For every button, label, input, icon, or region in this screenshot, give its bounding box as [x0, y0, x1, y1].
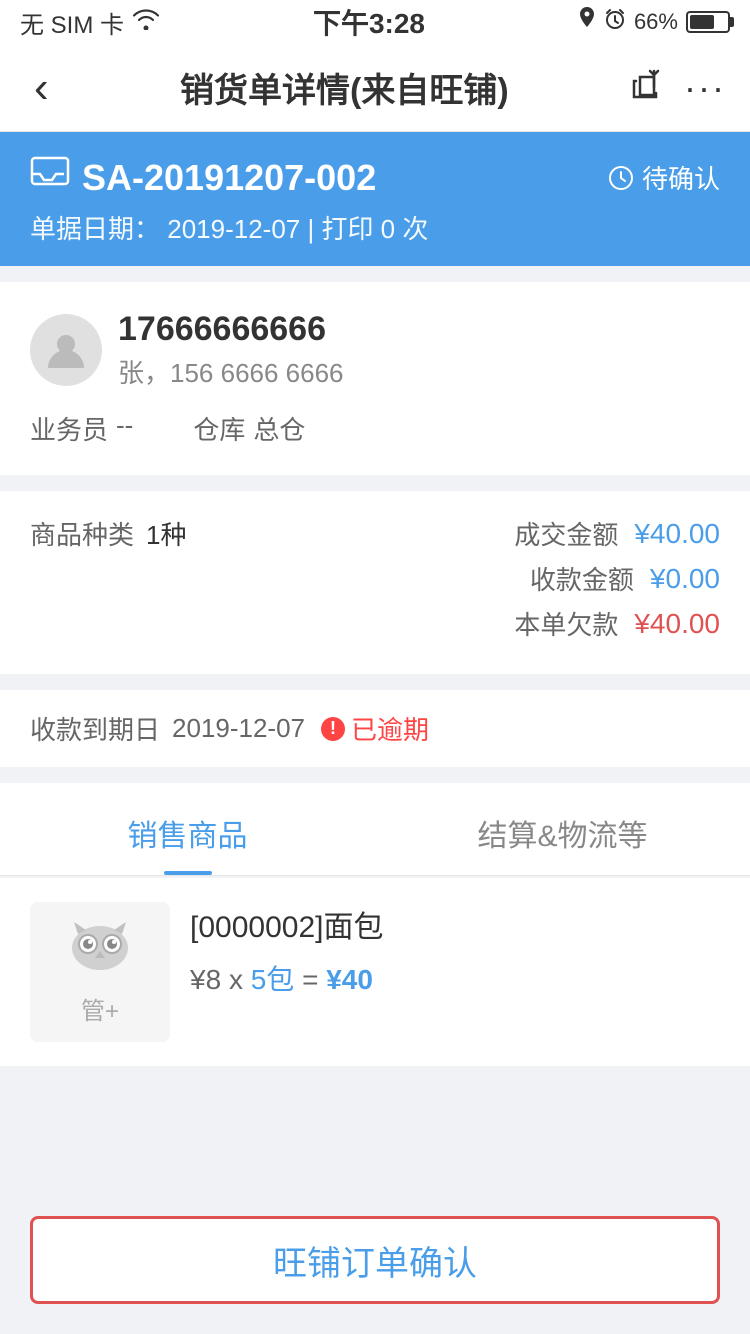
- more-icon[interactable]: ···: [684, 67, 726, 109]
- product-thumb-inner: 管+: [30, 902, 170, 1042]
- summary-left: 商品种类 1种: [30, 515, 186, 552]
- customer-sub: 张，156 6666 6666: [118, 353, 344, 390]
- order-date-row: 单据日期： 2019-12-07 | 打印 0 次: [30, 209, 720, 246]
- tab-settlement-logistics[interactable]: 结算&物流等: [375, 783, 750, 875]
- status-time: 下午3:28: [313, 2, 425, 42]
- warehouse-meta: 仓库 总仓: [193, 410, 305, 447]
- order-status-text: 待确认: [642, 159, 720, 196]
- date-label: 单据日期：: [30, 214, 160, 244]
- battery-percent: 66%: [634, 9, 678, 35]
- status-left: 无 SIM 卡: [20, 5, 160, 40]
- price-unit: ¥8: [190, 964, 221, 995]
- order-date: 2019-12-07: [167, 214, 300, 244]
- order-status: 待确认: [608, 159, 720, 196]
- product-info: [0000002]面包 ¥8 x 5包 = ¥40: [190, 902, 720, 998]
- sim-text: 无 SIM 卡: [20, 5, 124, 40]
- warehouse-value: 总仓: [253, 410, 305, 447]
- equals-sign: =: [302, 964, 318, 995]
- receipt-label: 收款金额: [530, 560, 634, 597]
- customer-avatar: [30, 314, 102, 386]
- overdue-badge: ! 已逾期: [321, 710, 429, 747]
- receipt-item: 收款金额 ¥0.00: [514, 560, 720, 597]
- page-title: 销货单详情(来自旺铺): [180, 63, 509, 112]
- location-icon: [578, 7, 596, 37]
- customer-meta: 业务员 -- 仓库 总仓: [30, 410, 720, 447]
- share-icon[interactable]: [630, 67, 664, 109]
- quantity: 5包: [251, 964, 295, 995]
- status-bar: 无 SIM 卡 下午3:28 66%: [0, 0, 750, 44]
- customer-card: 17666666666 张，156 6666 6666 业务员 -- 仓库 总仓: [0, 282, 750, 475]
- nav-bar: ‹ 销货单详情(来自旺铺) ···: [0, 44, 750, 132]
- sales-meta: 业务员 --: [30, 410, 133, 447]
- order-id: SA-20191207-002: [30, 156, 376, 199]
- overdue-text: 已逾期: [351, 710, 429, 747]
- warehouse-label: 仓库: [193, 410, 245, 447]
- bottom-btn-container: 旺铺订单确认: [0, 1200, 750, 1334]
- product-price-row: ¥8 x 5包 = ¥40: [190, 958, 720, 998]
- product-type-value: 1种: [146, 515, 186, 552]
- customer-row: 17666666666 张，156 6666 6666: [30, 310, 720, 390]
- product-thumbnail: 管+: [30, 902, 170, 1042]
- due-date-value: 2019-12-07: [172, 713, 305, 744]
- summary-row: 商品种类 1种 成交金额 ¥40.00 收款金额 ¥0.00 本单欠款 ¥40.…: [30, 515, 720, 650]
- plus-icon: 管+: [81, 991, 119, 1026]
- product-logo-icon: [64, 918, 136, 987]
- product-type-label: 商品种类: [30, 515, 134, 552]
- tabs-container: 销售商品 结算&物流等: [0, 783, 750, 876]
- print-info: | 打印 0 次: [307, 214, 428, 244]
- confirm-order-label: 旺铺订单确认: [273, 1236, 477, 1285]
- tab-sales-products[interactable]: 销售商品: [0, 783, 375, 875]
- status-right: 66%: [578, 7, 730, 37]
- product-item: 管+ [0000002]面包 ¥8 x 5包 = ¥40: [30, 902, 720, 1042]
- order-id-row: SA-20191207-002 待确认: [30, 156, 720, 199]
- due-date-card: 收款到期日 2019-12-07 ! 已逾期: [0, 690, 750, 767]
- battery-icon: [686, 11, 730, 33]
- back-button[interactable]: ‹: [24, 53, 59, 123]
- order-inbox-icon: [30, 156, 70, 199]
- transaction-label: 成交金额: [514, 515, 618, 552]
- customer-info: 17666666666 张，156 6666 6666: [118, 310, 344, 390]
- overdue-icon: !: [321, 717, 345, 741]
- product-name: [0000002]面包: [190, 902, 720, 946]
- confirm-order-button[interactable]: 旺铺订单确认: [30, 1216, 720, 1304]
- transaction-value: ¥40.00: [634, 518, 720, 550]
- owed-item: 本单欠款 ¥40.00: [514, 605, 720, 642]
- customer-phone: 17666666666: [118, 310, 344, 349]
- price-total: ¥40: [326, 964, 373, 995]
- owed-value: ¥40.00: [634, 608, 720, 640]
- summary-card: 商品种类 1种 成交金额 ¥40.00 收款金额 ¥0.00 本单欠款 ¥40.…: [0, 491, 750, 674]
- owed-label: 本单欠款: [514, 605, 618, 642]
- alarm-icon: [604, 8, 626, 36]
- tabs-row: 销售商品 结算&物流等: [0, 783, 750, 875]
- nav-actions: ···: [630, 67, 726, 109]
- sales-value: --: [116, 410, 133, 447]
- wifi-icon: [132, 8, 160, 36]
- multiply-sign: x: [229, 964, 243, 995]
- sales-label: 业务员: [30, 410, 108, 447]
- receipt-value: ¥0.00: [650, 563, 720, 595]
- summary-right: 成交金额 ¥40.00 收款金额 ¥0.00 本单欠款 ¥40.00: [514, 515, 720, 650]
- transaction-item: 成交金额 ¥40.00: [514, 515, 720, 552]
- product-section: 管+ [0000002]面包 ¥8 x 5包 = ¥40: [0, 878, 750, 1066]
- order-header-card: SA-20191207-002 待确认 单据日期： 2019-12-07 | 打…: [0, 132, 750, 266]
- due-date-label: 收款到期日: [30, 710, 160, 747]
